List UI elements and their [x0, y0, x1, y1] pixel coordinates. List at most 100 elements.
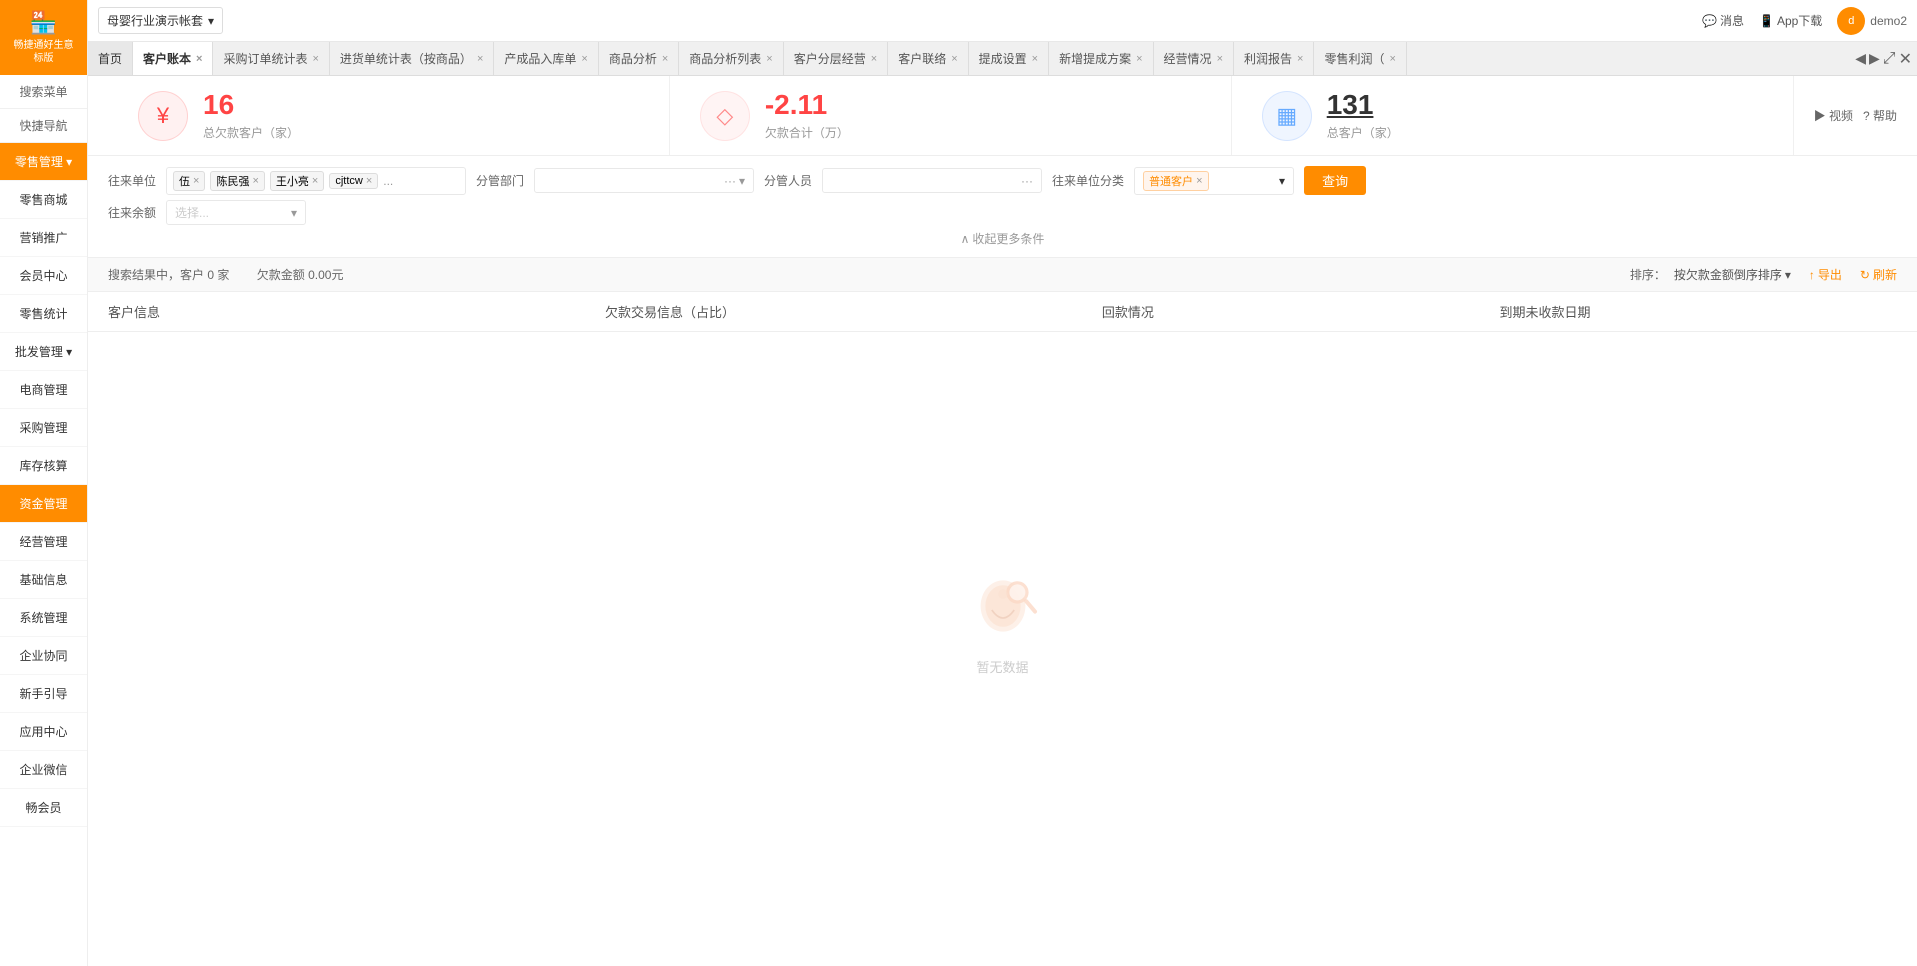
export-button[interactable]: ↑ 导出	[1809, 266, 1842, 283]
stat-icon-arrears: ◇	[700, 91, 750, 141]
account-name: 母婴行业演示帐套	[107, 12, 203, 29]
tab-purchase-order-stats[interactable]: 采购订单统计表 ×	[213, 42, 329, 75]
tab-expand-icon[interactable]: ⤢	[1883, 50, 1896, 68]
tab-customer-ledger[interactable]: 客户账本 ×	[133, 42, 213, 75]
sidebar-item-retail-mall[interactable]: 零售商城	[0, 181, 87, 219]
results-count: 0	[207, 268, 214, 282]
sidebar-item-newbie[interactable]: 新手引导	[0, 675, 87, 713]
logo-text: 畅捷通好生意 标版	[14, 39, 74, 65]
tab-close-icon[interactable]: ×	[766, 53, 772, 65]
message-button[interactable]: 💬 消息	[1702, 12, 1744, 29]
tag-close-icon[interactable]: ×	[312, 175, 318, 187]
sidebar-item-app-center[interactable]: 应用中心	[0, 713, 87, 751]
topbar: 母婴行业演示帐套 ▾ 💬 消息 📱 App下载 d demo2	[88, 0, 1917, 42]
sidebar-item-finance[interactable]: 资金管理	[0, 485, 87, 523]
tabbar: 首页 客户账本 × 采购订单统计表 × 进货单统计表（按商品） × 产成品入库单…	[88, 42, 1917, 76]
help-button[interactable]: ? 帮助	[1863, 107, 1897, 124]
tab-add-commission[interactable]: 新增提成方案 ×	[1049, 42, 1153, 75]
tab-purchase-stats-by-product[interactable]: 进货单统计表（按商品） ×	[330, 42, 494, 75]
tab-prev-icon[interactable]: ◀	[1855, 50, 1866, 67]
filter-remainder-placeholder: 选择...	[175, 204, 209, 221]
filter-tag-wang[interactable]: 王小亮 ×	[270, 171, 324, 191]
sidebar-item-wechat[interactable]: 企业微信	[0, 751, 87, 789]
search-menu-label: 搜索菜单	[19, 85, 67, 99]
sidebar-item-basic-info[interactable]: 基础信息	[0, 561, 87, 599]
tab-next-icon[interactable]: ▶	[1869, 50, 1880, 67]
stat-total-arrears: ◇ -2.11 欠款合计（万）	[670, 76, 1232, 155]
tab-profit-report[interactable]: 利润报告 ×	[1234, 42, 1314, 75]
tab-commission-setting[interactable]: 提成设置 ×	[969, 42, 1049, 75]
filter-tag-cjttcw[interactable]: cjttcw ×	[329, 173, 378, 189]
tag-close-icon[interactable]: ×	[366, 175, 372, 187]
sort-selector[interactable]: 按欠款金额倒序排序 ▾	[1674, 266, 1791, 283]
tab-close-all-icon[interactable]: ✕	[1899, 49, 1912, 69]
sidebar-item-retail-stats[interactable]: 零售统计	[0, 295, 87, 333]
tab-close-icon[interactable]: ×	[1136, 53, 1142, 65]
tab-home[interactable]: 首页	[88, 42, 133, 75]
sidebar-item-retail[interactable]: 零售管理 ▾	[0, 143, 87, 181]
app-download-button[interactable]: 📱 App下载	[1759, 12, 1822, 29]
tab-close-icon[interactable]: ×	[581, 53, 587, 65]
sidebar-item-system[interactable]: 系统管理	[0, 599, 87, 637]
sidebar-item-ecommerce[interactable]: 电商管理	[0, 371, 87, 409]
sidebar-item-wholesale[interactable]: 批发管理 ▾	[0, 333, 87, 371]
filter-dept-select[interactable]: ··· ▾	[534, 168, 754, 193]
video-button[interactable]: ▶ 视频	[1814, 107, 1853, 124]
tab-close-icon[interactable]: ×	[477, 53, 483, 65]
sidebar-item-collab[interactable]: 企业协同	[0, 637, 87, 675]
sidebar-item-member[interactable]: 会员中心	[0, 257, 87, 295]
filter-person-select[interactable]: ···	[822, 168, 1042, 193]
tab-customer-contact[interactable]: 客户联络 ×	[888, 42, 968, 75]
user-area[interactable]: d demo2	[1837, 7, 1907, 35]
stat-label-total: 总客户（家）	[1327, 124, 1399, 141]
tab-close-icon[interactable]: ×	[662, 53, 668, 65]
filter-remainder-select[interactable]: 选择... ▾	[166, 200, 306, 225]
message-icon: 💬	[1702, 14, 1717, 28]
stat-value-total: 131	[1327, 90, 1399, 121]
quick-nav[interactable]: 快捷导航	[0, 109, 87, 143]
ellipsis-icon: ···	[724, 174, 736, 188]
col-header-customer: 客户信息	[108, 302, 605, 321]
sidebar-item-marketing[interactable]: 营销推广	[0, 219, 87, 257]
tag-close-icon[interactable]: ×	[193, 175, 199, 187]
refresh-button[interactable]: ↻ 刷新	[1860, 266, 1897, 283]
stat-arrears-customers: ¥ 16 总欠款客户（家）	[108, 76, 670, 155]
filter-tag-wu[interactable]: 伍 ×	[173, 171, 205, 191]
tag-close-icon[interactable]: ×	[252, 175, 258, 187]
tab-close-icon[interactable]: ×	[951, 53, 957, 65]
sidebar-item-purchase[interactable]: 采购管理	[0, 409, 87, 447]
tab-retail-profit[interactable]: 零售利润（ ×	[1314, 42, 1406, 75]
tab-product-in[interactable]: 产成品入库单 ×	[494, 42, 598, 75]
filter-unit-tags[interactable]: 伍 × 陈民强 × 王小亮 × cjttcw × ...	[166, 167, 466, 195]
collapse-button[interactable]: ∧ 收起更多条件	[961, 230, 1045, 247]
filter-row-1: 往来单位 伍 × 陈民强 × 王小亮 × cjttcw	[108, 166, 1897, 195]
tab-close-icon[interactable]: ×	[1297, 53, 1303, 65]
tab-close-icon[interactable]: ×	[871, 53, 877, 65]
filter-unit-type-select[interactable]: 普通客户 × ▾	[1134, 167, 1294, 195]
tab-close-icon[interactable]: ×	[196, 53, 202, 65]
tab-operation-status[interactable]: 经营情况 ×	[1154, 42, 1234, 75]
tab-close-icon[interactable]: ×	[1389, 53, 1395, 65]
stat-value-arrears: -2.11	[765, 90, 849, 121]
filter-tag-chen[interactable]: 陈民强 ×	[210, 171, 264, 191]
filter-more-tags[interactable]: ...	[383, 174, 393, 188]
tab-close-icon[interactable]: ×	[312, 53, 318, 65]
sidebar-item-vip[interactable]: 畅会员	[0, 789, 87, 827]
account-selector[interactable]: 母婴行业演示帐套 ▾	[98, 7, 223, 34]
stat-value-customers: 16	[203, 90, 299, 121]
search-menu[interactable]: 搜索菜单	[0, 75, 87, 109]
sidebar-item-inventory[interactable]: 库存核算	[0, 447, 87, 485]
tag-close-icon[interactable]: ×	[1196, 175, 1202, 187]
filter-tag-ordinary[interactable]: 普通客户 ×	[1143, 171, 1208, 191]
query-button[interactable]: 查询	[1304, 166, 1366, 195]
tab-customer-tier[interactable]: 客户分层经营 ×	[784, 42, 888, 75]
tab-close-icon[interactable]: ×	[1032, 53, 1038, 65]
header-action-btns: ▶ 视频 ? 帮助	[1794, 76, 1897, 155]
quick-nav-label: 快捷导航	[19, 119, 67, 133]
tab-product-analysis-list[interactable]: 商品分析列表 ×	[679, 42, 783, 75]
sidebar-item-operation[interactable]: 经营管理	[0, 523, 87, 561]
app-download-label: App下载	[1777, 12, 1822, 29]
tab-close-icon[interactable]: ×	[1217, 53, 1223, 65]
sidebar-logo: 🏪 畅捷通好生意 标版	[0, 0, 87, 75]
tab-product-analysis[interactable]: 商品分析 ×	[599, 42, 679, 75]
